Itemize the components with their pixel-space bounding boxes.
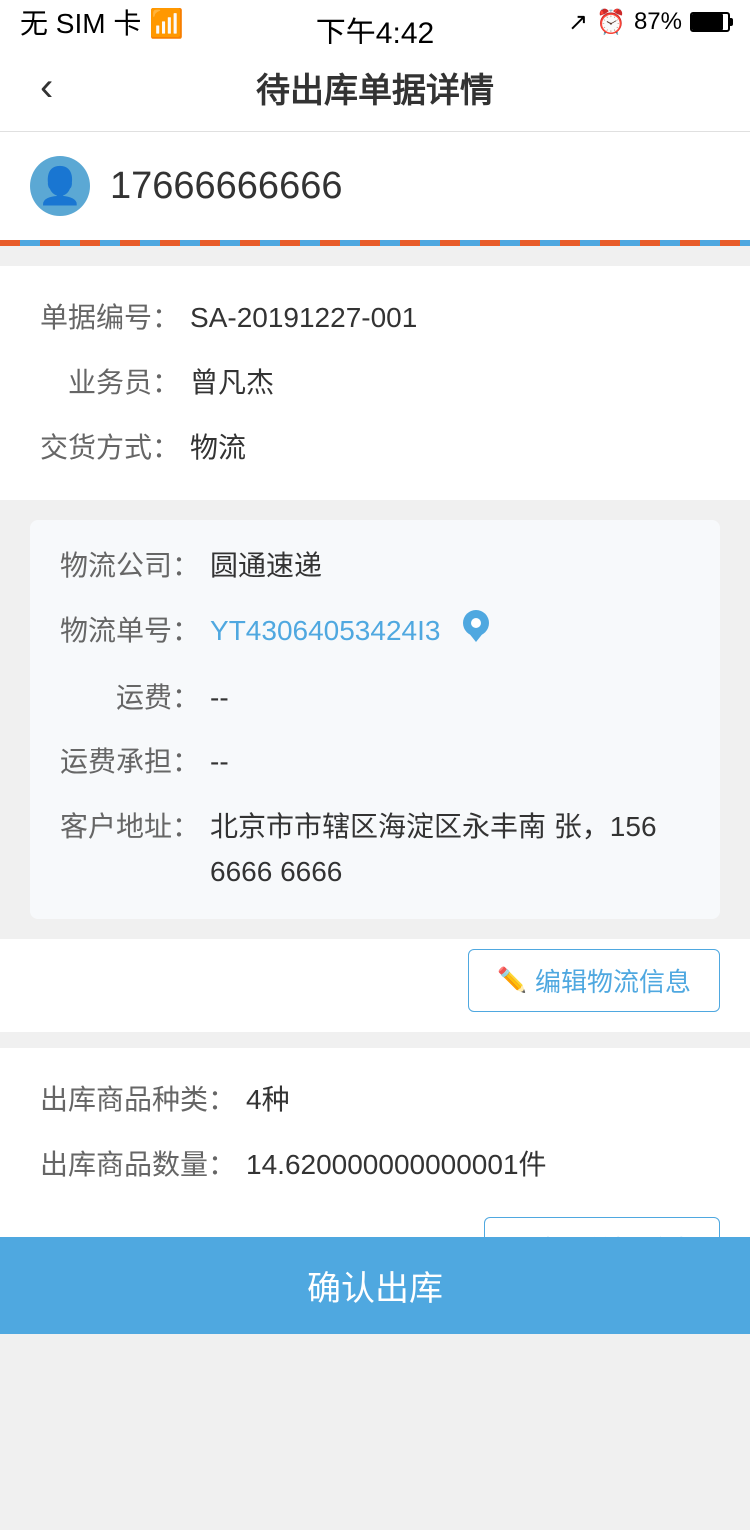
status-left: 无 SIM 卡 📶 <box>20 2 184 42</box>
delivery-row: 交货方式： 物流 <box>40 426 710 471</box>
tracking-number-label: 物流单号： <box>60 609 200 654</box>
goods-type-row: 出库商品种类： 4种 <box>40 1078 710 1123</box>
logistics-company-value: 圆通速递 <box>200 544 690 589</box>
goods-section: 出库商品种类： 4种 出库商品数量： 14.620000000000001件 <box>0 1048 750 1208</box>
edit-logistics-label: 编辑物流信息 <box>535 962 691 999</box>
tracking-number-value: YT43064053424I3 <box>200 609 690 656</box>
avatar-icon: 👤 <box>38 165 83 207</box>
delivery-label: 交货方式： <box>40 426 180 471</box>
address-label: 客户地址： <box>60 805 200 850</box>
customer-header: 👤 17666666666 <box>0 132 750 240</box>
goods-type-value: 4种 <box>236 1078 710 1123</box>
logistics-company-label: 物流公司： <box>60 544 200 589</box>
logistics-company-row: 物流公司： 圆通速递 <box>60 544 690 589</box>
back-button[interactable]: ‹ <box>30 55 63 120</box>
battery-percent: 87% <box>634 8 682 36</box>
freight-value: -- <box>200 676 690 721</box>
salesman-value: 曾凡杰 <box>180 361 710 406</box>
goods-quantity-value: 14.620000000000001件 <box>236 1143 710 1188</box>
location-pin-icon[interactable] <box>462 610 490 656</box>
customer-phone: 17666666666 <box>110 165 342 208</box>
bottom-bar: 确认出库 <box>0 1237 750 1334</box>
salesman-row: 业务员： 曾凡杰 <box>40 361 710 406</box>
freight-bear-value: -- <box>200 740 690 785</box>
salesman-label: 业务员： <box>40 361 180 406</box>
dashed-divider <box>0 240 750 246</box>
freight-bear-row: 运费承担： -- <box>60 740 690 785</box>
goods-quantity-label: 出库商品数量： <box>40 1143 236 1188</box>
status-right: ↗ ⏰ 87% <box>568 8 730 37</box>
address-row: 客户地址： 北京市市辖区海淀区永丰南 张，156 6666 6666 <box>60 805 690 895</box>
edit-logistics-button[interactable]: ✏️ 编辑物流信息 <box>468 949 720 1012</box>
delivery-value: 物流 <box>180 426 710 471</box>
document-number-row: 单据编号： SA-20191227-001 <box>40 296 710 341</box>
confirm-outbound-button[interactable]: 确认出库 <box>40 1261 710 1310</box>
avatar: 👤 <box>30 156 90 216</box>
document-number-label: 单据编号： <box>40 296 180 341</box>
status-bar: 无 SIM 卡 📶 下午4:42 ↗ ⏰ 87% <box>0 0 750 44</box>
edit-icon: ✏️ <box>497 966 527 995</box>
location-status-icon: ↗ <box>568 8 588 37</box>
goods-type-label: 出库商品种类： <box>40 1078 236 1123</box>
gray-divider-1 <box>0 1032 750 1048</box>
freight-bear-label: 运费承担： <box>60 740 200 785</box>
document-number-value: SA-20191227-001 <box>180 296 710 341</box>
logistics-section: 物流公司： 圆通速递 物流单号： YT43064053424I3 <box>30 520 720 918</box>
freight-label: 运费： <box>60 676 200 721</box>
freight-row: 运费： -- <box>60 676 690 721</box>
battery-icon <box>690 12 730 32</box>
alarm-icon: ⏰ <box>596 8 626 37</box>
address-value: 北京市市辖区海淀区永丰南 张，156 6666 6666 <box>200 805 690 895</box>
tracking-number-row: 物流单号： YT43064053424I3 <box>60 609 690 656</box>
page-title: 待出库单据详情 <box>256 63 494 112</box>
nav-bar: ‹ 待出库单据详情 <box>0 44 750 132</box>
document-info-section: 单据编号： SA-20191227-001 业务员： 曾凡杰 交货方式： 物流 <box>0 266 750 500</box>
goods-quantity-row: 出库商品数量： 14.620000000000001件 <box>40 1143 710 1188</box>
edit-btn-row: ✏️ 编辑物流信息 <box>0 939 750 1032</box>
